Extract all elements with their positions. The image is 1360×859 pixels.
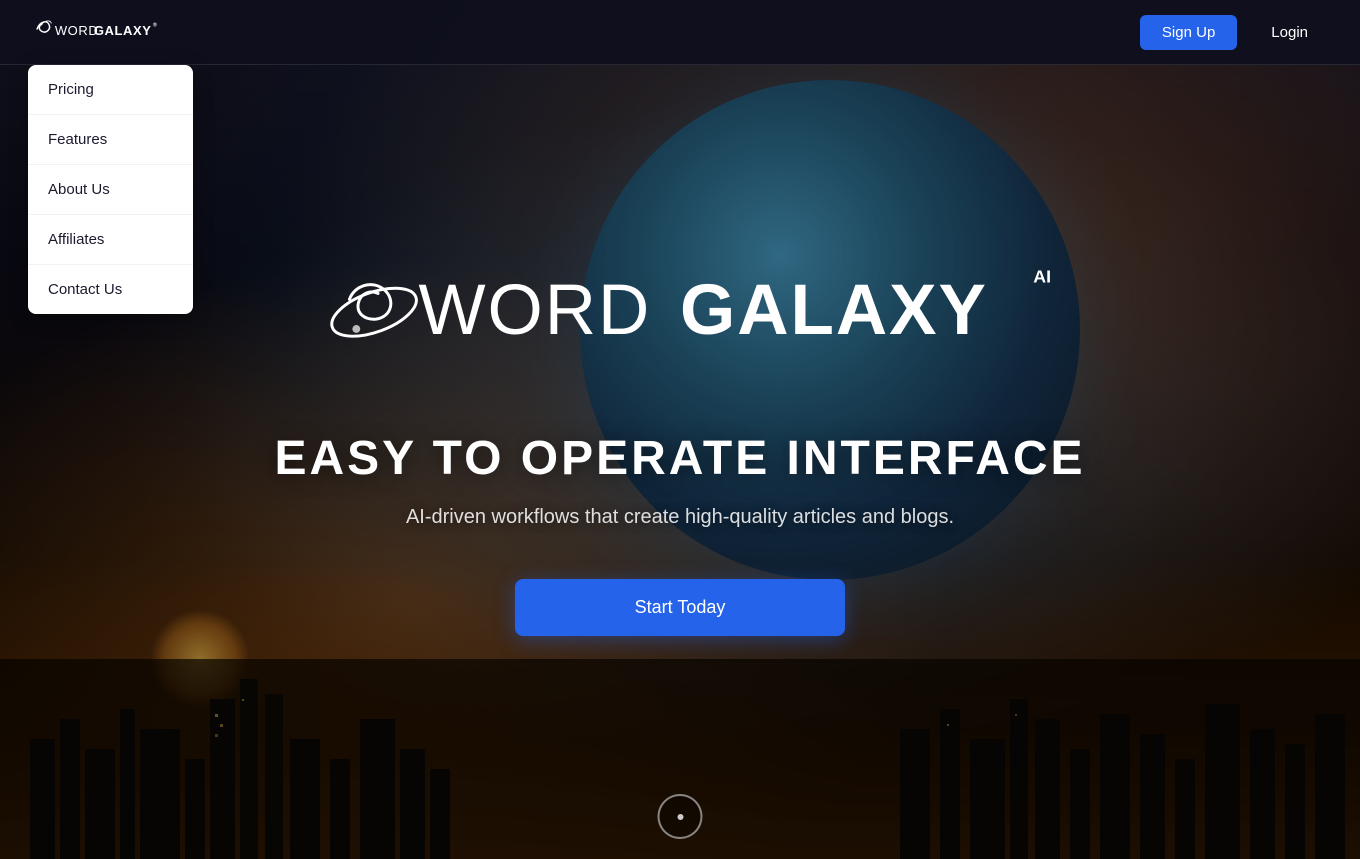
dropdown-menu: Pricing Features About Us Affiliates Con… (28, 65, 193, 314)
scroll-dot (677, 814, 683, 820)
svg-text:WORD: WORD (418, 271, 651, 350)
svg-text:GALAXY: GALAXY (94, 23, 152, 38)
svg-text:®: ® (153, 22, 157, 29)
hero-subtitle: AI-driven workflows that create high-qua… (406, 506, 954, 529)
menu-item-affiliates[interactable]: Affiliates (28, 215, 193, 265)
nav-buttons: Sign Up Login (1140, 15, 1330, 50)
menu-item-pricing[interactable]: Pricing (28, 65, 193, 115)
signup-button[interactable]: Sign Up (1140, 15, 1237, 50)
hero-logo: WORD GALAXY AI (305, 253, 1055, 371)
menu-item-contact-us[interactable]: Contact Us (28, 265, 193, 314)
logo-area: WORD GALAXY ® (30, 9, 160, 55)
navbar: WORD GALAXY ® Sign Up Login (0, 0, 1360, 65)
hero-content: WORD GALAXY AI EASY TO OPERATE INTERFACE… (0, 0, 1360, 859)
logo-icon: WORD GALAXY ® (30, 9, 160, 55)
scroll-indicator (658, 794, 703, 839)
svg-text:WORD: WORD (55, 23, 98, 38)
menu-item-features[interactable]: Features (28, 115, 193, 165)
svg-text:GALAXY: GALAXY (680, 271, 988, 350)
menu-item-about-us[interactable]: About Us (28, 165, 193, 215)
start-today-button[interactable]: Start Today (515, 579, 846, 636)
login-button[interactable]: Login (1249, 15, 1330, 50)
scroll-circle (658, 794, 703, 839)
hero-title: EASY TO OPERATE INTERFACE (274, 431, 1085, 486)
svg-text:AI: AI (1033, 266, 1051, 286)
